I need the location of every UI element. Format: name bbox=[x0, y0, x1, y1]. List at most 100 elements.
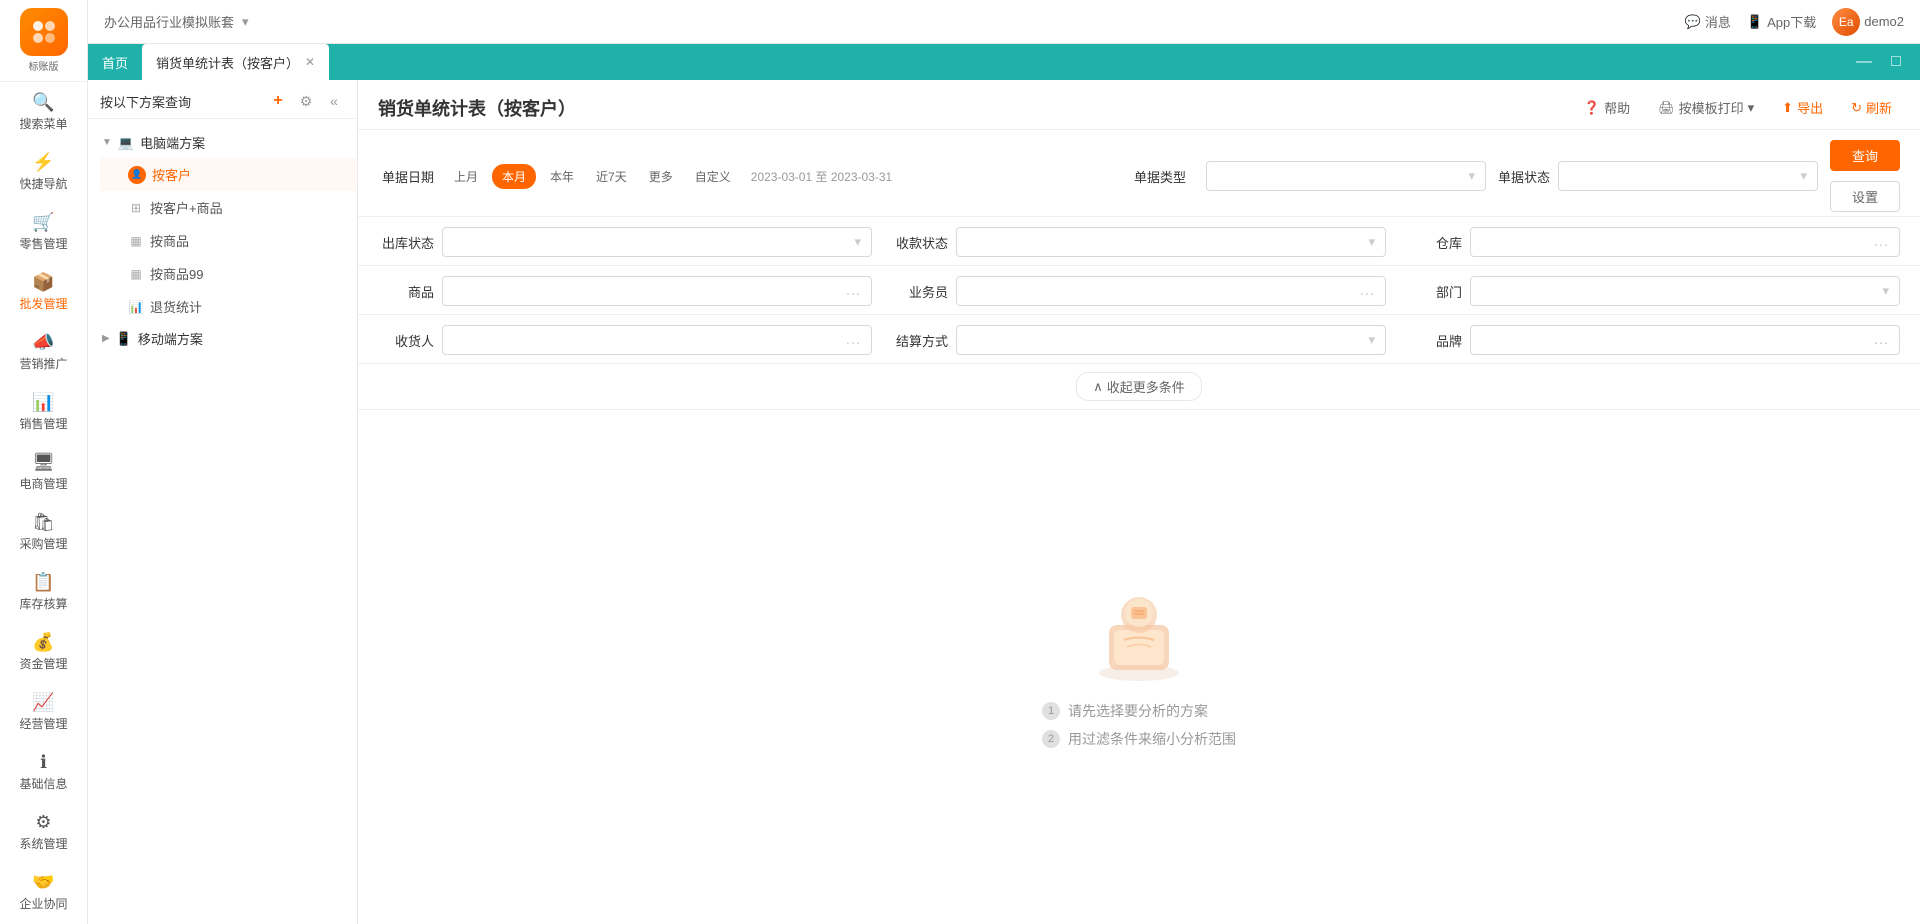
tree-group-pc-items: 👤 按客户 ⊞ 按客户+商品 ▦ 按商品 ▦ bbox=[88, 158, 357, 323]
tab-home[interactable]: 首页 bbox=[88, 44, 142, 80]
tree-group-mobile-header[interactable]: ▶ 📱 移动端方案 bbox=[88, 323, 357, 354]
help-btn[interactable]: ❓ 帮助 bbox=[1576, 94, 1638, 121]
recipient-input[interactable]: … bbox=[442, 325, 872, 355]
collapse-btn[interactable]: ∧ 收起更多条件 bbox=[1076, 372, 1202, 401]
logo-text: 标账版 bbox=[29, 58, 59, 73]
sidebar-item-operation[interactable]: 📈 经营管理 bbox=[0, 682, 87, 742]
avatar-text: Ea bbox=[1839, 15, 1854, 29]
tree-group-mobile-icon: 📱 bbox=[116, 331, 132, 347]
sidebar-item-enterprise[interactable]: 🤝 企业协同 bbox=[0, 862, 87, 922]
filter-date-row: 单据日期 上月 本月 本年 近7天 更多 自定义 2023-03-01 至 20… bbox=[358, 130, 1920, 217]
sidebar-item-retail[interactable]: 🛒 零售管理 bbox=[0, 202, 87, 262]
tree-group-pc-label: 电脑端方案 bbox=[140, 133, 205, 152]
tree-item-by-customer-goods[interactable]: ⊞ 按客户+商品 bbox=[100, 191, 357, 224]
add-scheme-btn[interactable]: + bbox=[267, 90, 289, 112]
minimize-btn[interactable]: — bbox=[1852, 50, 1876, 74]
filter-row-3: 商品 … 业务员 … 部门 ▾ bbox=[358, 266, 1920, 315]
left-panel-actions: + ⚙ « bbox=[267, 90, 345, 112]
sidebar-item-search[interactable]: 🔍 搜索菜单 bbox=[0, 82, 87, 142]
sidebar-item-basic[interactable]: ℹ 基础信息 bbox=[0, 742, 87, 802]
order-type-input[interactable]: ▾ bbox=[1206, 161, 1486, 191]
date-btn-this-year[interactable]: 本年 bbox=[542, 164, 582, 189]
brand-dots: … bbox=[1873, 331, 1889, 349]
date-btn-custom[interactable]: 自定义 bbox=[687, 164, 739, 189]
scheme-settings-btn[interactable]: ⚙ bbox=[295, 90, 317, 112]
export-icon: ⬆ bbox=[1782, 100, 1793, 116]
retail-icon: 🛒 bbox=[32, 212, 54, 233]
tabbar-actions: — □ bbox=[1840, 50, 1920, 74]
collapse-row: ∧ 收起更多条件 bbox=[358, 364, 1920, 410]
date-btn-more[interactable]: 更多 bbox=[641, 164, 681, 189]
page-actions: ❓ 帮助 🖨 按模板打印 ▾ ⬆ 导出 ↻ 刷新 bbox=[1576, 94, 1900, 121]
sidebar-item-marketing[interactable]: 📣 营销推广 bbox=[0, 322, 87, 382]
message-btn[interactable]: 💬 消息 bbox=[1685, 12, 1731, 31]
sidebar-item-purchase[interactable]: 🛍 采购管理 bbox=[0, 502, 87, 562]
tab-close-btn[interactable]: ✕ bbox=[305, 55, 315, 69]
template-print-btn[interactable]: 🖨 按模板打印 ▾ bbox=[1650, 94, 1762, 121]
tree-group-pc-header[interactable]: ▼ 💻 电脑端方案 bbox=[88, 127, 357, 158]
topbar-left: 办公用品行业模拟账套 ▾ bbox=[104, 12, 249, 31]
delivery-label: 出库状态 bbox=[378, 233, 434, 252]
empty-hints: 1 请先选择要分析的方案 2 用过滤条件来缩小分析范围 bbox=[1042, 701, 1236, 749]
date-btn-this-month[interactable]: 本月 bbox=[492, 164, 536, 189]
enterprise-icon: 🤝 bbox=[32, 872, 54, 893]
date-btn-7days[interactable]: 近7天 bbox=[588, 164, 635, 189]
settlement-dropdown: ▾ bbox=[1368, 332, 1375, 348]
topbar: 办公用品行业模拟账套 ▾ 💬 消息 📱 App下载 Ea demo2 bbox=[88, 0, 1920, 44]
refresh-btn[interactable]: ↻ 刷新 bbox=[1843, 94, 1900, 121]
query-btn[interactable]: 查询 bbox=[1830, 140, 1900, 171]
app-download-btn[interactable]: 📱 App下载 bbox=[1747, 12, 1816, 31]
maximize-btn[interactable]: □ bbox=[1884, 50, 1908, 74]
export-btn[interactable]: ⬆ 导出 bbox=[1774, 94, 1831, 121]
sidebar-label-purchase: 采购管理 bbox=[19, 535, 67, 552]
goods-input[interactable]: … bbox=[442, 276, 872, 306]
tree-item-by-customer[interactable]: 👤 按客户 bbox=[100, 158, 357, 191]
delivery-dropdown: ▾ bbox=[854, 234, 861, 250]
tree-item-by-goods99[interactable]: ▦ 按商品99 bbox=[100, 257, 357, 290]
topbar-title: 办公用品行业模拟账套 bbox=[104, 12, 234, 31]
topbar-dropdown-icon[interactable]: ▾ bbox=[242, 14, 249, 30]
sidebar-item-system[interactable]: ⚙ 系统管理 bbox=[0, 802, 87, 862]
empty-illustration bbox=[1079, 585, 1199, 685]
date-range-display: 2023-03-01 至 2023-03-31 bbox=[751, 168, 892, 185]
sidebar-item-finance[interactable]: 💰 资金管理 bbox=[0, 622, 87, 682]
brand-filter-cell: 品牌 … bbox=[1406, 325, 1900, 355]
department-input[interactable]: ▾ bbox=[1470, 276, 1900, 306]
tree-item-return-stats[interactable]: 📊 退货统计 bbox=[100, 290, 357, 323]
sidebar-item-sales[interactable]: 📊 销售管理 bbox=[0, 382, 87, 442]
tree-expand-mobile: ▶ bbox=[102, 333, 110, 344]
tree-item-icon-customer-goods: ⊞ bbox=[128, 200, 144, 216]
payment-input[interactable]: ▾ bbox=[956, 227, 1386, 257]
sidebar-label-ecommerce: 电商管理 bbox=[19, 475, 67, 492]
warehouse-label: 仓库 bbox=[1406, 233, 1462, 252]
wholesale-icon: 📦 bbox=[32, 272, 54, 293]
order-status-input[interactable]: ▾ bbox=[1558, 161, 1818, 191]
topbar-right: 💬 消息 📱 App下载 Ea demo2 bbox=[1685, 8, 1904, 36]
sidebar-item-ecommerce[interactable]: 🖥 电商管理 bbox=[0, 442, 87, 502]
sidebar-item-nav[interactable]: ⚡ 快捷导航 bbox=[0, 142, 87, 202]
warehouse-input[interactable]: … bbox=[1470, 227, 1900, 257]
goods-label: 商品 bbox=[378, 282, 434, 301]
collapse-panel-btn[interactable]: « bbox=[323, 90, 345, 112]
warehouse-filter-cell: 仓库 … bbox=[1406, 227, 1900, 257]
tab-sales-stats[interactable]: 销货单统计表（按客户） ✕ bbox=[142, 44, 329, 80]
delivery-input[interactable]: ▾ bbox=[442, 227, 872, 257]
user-area[interactable]: Ea demo2 bbox=[1832, 8, 1904, 36]
settings-btn[interactable]: 设置 bbox=[1830, 181, 1900, 212]
sidebar-label-basic: 基础信息 bbox=[19, 775, 67, 792]
sidebar-item-wholesale[interactable]: 📦 批发管理 bbox=[0, 262, 87, 322]
left-panel-header: 按以下方案查询 + ⚙ « bbox=[88, 80, 357, 119]
date-btn-last-month[interactable]: 上月 bbox=[446, 164, 486, 189]
filter-row-2: 出库状态 ▾ 收款状态 ▾ 仓库 … bbox=[358, 217, 1920, 266]
salesperson-input[interactable]: … bbox=[956, 276, 1386, 306]
settlement-input[interactable]: ▾ bbox=[956, 325, 1386, 355]
sidebar-label-operation: 经营管理 bbox=[19, 715, 67, 732]
tab-home-label: 首页 bbox=[102, 53, 128, 72]
main-area: 办公用品行业模拟账套 ▾ 💬 消息 📱 App下载 Ea demo2 首页 bbox=[88, 0, 1920, 924]
message-icon: 💬 bbox=[1685, 14, 1701, 30]
brand-input[interactable]: … bbox=[1470, 325, 1900, 355]
hint1-text: 请先选择要分析的方案 bbox=[1068, 701, 1208, 721]
tree-item-by-goods[interactable]: ▦ 按商品 bbox=[100, 224, 357, 257]
sidebar-item-stock[interactable]: 📋 库存核算 bbox=[0, 562, 87, 622]
empty-state: 1 请先选择要分析的方案 2 用过滤条件来缩小分析范围 bbox=[358, 410, 1920, 924]
